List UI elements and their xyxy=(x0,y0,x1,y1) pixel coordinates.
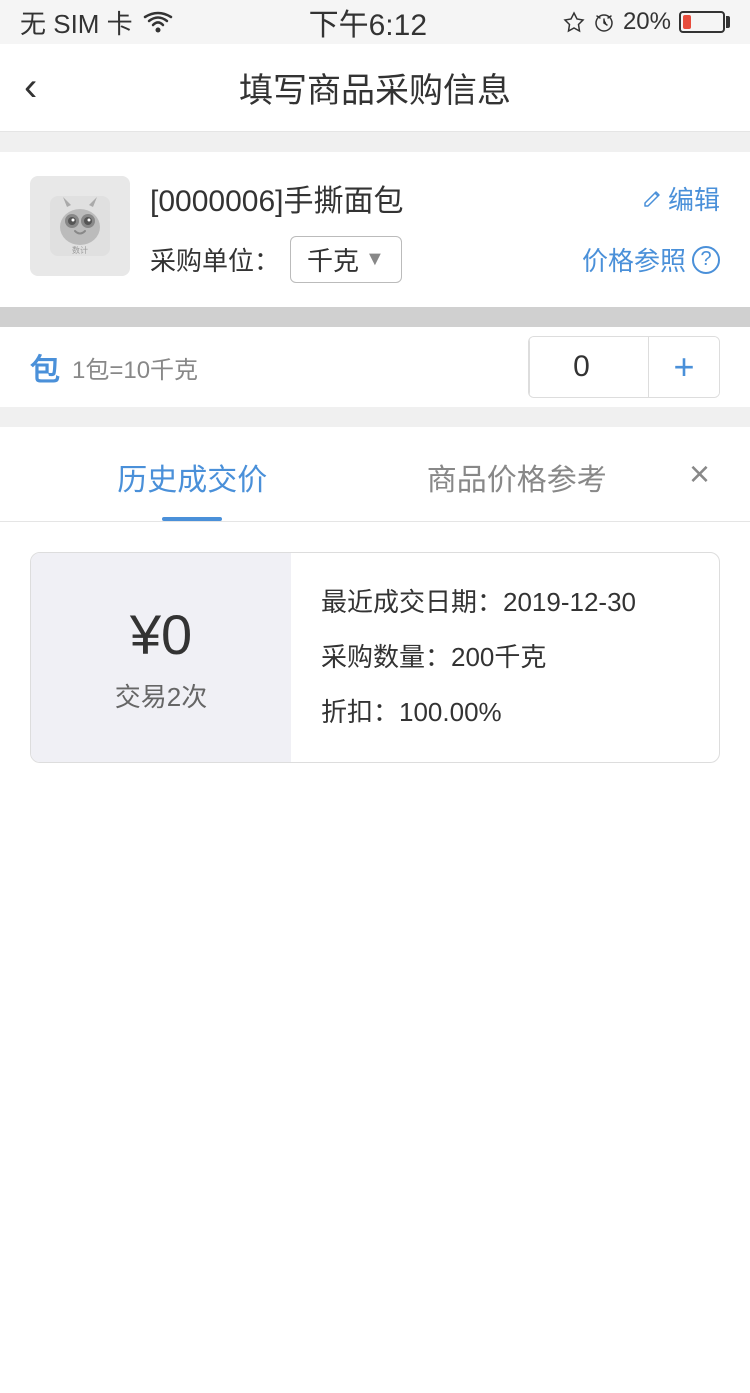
help-circle-icon: ? xyxy=(692,246,720,274)
product-name-row: [0000006]手撕面包 编辑 xyxy=(150,176,720,220)
quantity-label: 包 1包=10千克 xyxy=(30,345,198,389)
price-ref-button[interactable]: 价格参照 ? xyxy=(582,241,720,278)
quantity-detail-value: 200千克 xyxy=(451,642,546,672)
price-ref-label: 价格参照 xyxy=(582,241,686,278)
sim-status: 无 SIM 卡 xyxy=(20,4,133,41)
back-button[interactable]: ‹ xyxy=(24,65,37,110)
history-price-section: ¥0 交易2次 xyxy=(31,553,291,762)
history-card: ¥0 交易2次 最近成交日期：2019-12-30 采购数量：200千克 折扣：… xyxy=(30,552,720,763)
history-price-value: ¥0 xyxy=(130,602,192,667)
unit-value: 千克 xyxy=(307,241,359,278)
location-icon xyxy=(563,11,585,33)
history-quantity-row: 采购数量：200千克 xyxy=(321,638,689,677)
tab-close-button[interactable]: × xyxy=(679,443,720,505)
product-name-text: 手撕面包 xyxy=(283,185,403,218)
history-details-section: 最近成交日期：2019-12-30 采购数量：200千克 折扣：100.00% xyxy=(291,553,719,762)
discount-label: 折扣： xyxy=(321,697,399,727)
quantity-input[interactable] xyxy=(529,337,649,397)
page-title: 填写商品采购信息 xyxy=(239,63,511,112)
tab-product-price-ref[interactable]: 商品价格参考 xyxy=(354,427,678,521)
battery-icon xyxy=(679,11,730,33)
product-image: 数计 xyxy=(30,176,130,276)
dropdown-arrow-icon: ▼ xyxy=(365,248,385,271)
page-rest xyxy=(0,793,750,1393)
unit-row: 采购单位： 千克 ▼ 价格参照 ? xyxy=(150,236,720,283)
discount-value: 100.00% xyxy=(399,697,502,727)
history-trades-count: 交易2次 xyxy=(115,677,207,714)
edit-icon xyxy=(642,187,664,209)
product-logo: 数计 xyxy=(45,191,115,261)
date-label: 最近成交日期： xyxy=(321,587,503,617)
quantity-section: 包 1包=10千克 + xyxy=(0,327,750,407)
nav-bar: ‹ 填写商品采购信息 xyxy=(0,44,750,132)
status-time: 下午6:12 xyxy=(309,0,427,44)
tab-history-price[interactable]: 历史成交价 xyxy=(30,427,354,521)
tab-header: 历史成交价 商品价格参考 × xyxy=(0,427,750,522)
status-bar: 无 SIM 卡 下午6:12 20% xyxy=(0,0,750,44)
status-right: 20% xyxy=(563,8,730,36)
alarm-icon xyxy=(593,11,615,33)
product-card: 数计 [0000006]手撕面包 编辑 采购单位： xyxy=(0,152,750,307)
quantity-controls: + xyxy=(528,336,720,398)
wifi-icon xyxy=(143,11,173,33)
edit-link[interactable]: 编辑 xyxy=(642,180,720,217)
tab-panel: 历史成交价 商品价格参考 × ¥0 交易2次 最近成交日期：2019-12-30… xyxy=(0,427,750,793)
unit-select[interactable]: 千克 ▼ xyxy=(290,236,402,283)
tab-underline xyxy=(162,517,222,521)
product-info: [0000006]手撕面包 编辑 采购单位： 千克 ▼ xyxy=(150,176,720,283)
product-header: 数计 [0000006]手撕面包 编辑 采购单位： xyxy=(30,176,720,283)
history-date-row: 最近成交日期：2019-12-30 xyxy=(321,583,689,622)
package-icon: 包 xyxy=(30,345,60,389)
gray-divider xyxy=(0,307,750,327)
svg-text:数计: 数计 xyxy=(72,245,88,255)
battery-percent: 20% xyxy=(623,8,671,36)
quantity-plus-button[interactable]: + xyxy=(649,337,719,397)
history-discount-row: 折扣：100.00% xyxy=(321,693,689,732)
product-id: [0000006] xyxy=(150,185,283,218)
unit-left: 采购单位： 千克 ▼ xyxy=(150,236,402,283)
product-name: [0000006]手撕面包 xyxy=(150,176,403,220)
tab-content: ¥0 交易2次 最近成交日期：2019-12-30 采购数量：200千克 折扣：… xyxy=(0,522,750,793)
unit-label: 采购单位： xyxy=(150,241,280,278)
status-left: 无 SIM 卡 xyxy=(20,4,173,41)
package-ratio: 1包=10千克 xyxy=(72,350,198,385)
date-value: 2019-12-30 xyxy=(503,587,636,617)
quantity-detail-label: 采购数量： xyxy=(321,642,451,672)
